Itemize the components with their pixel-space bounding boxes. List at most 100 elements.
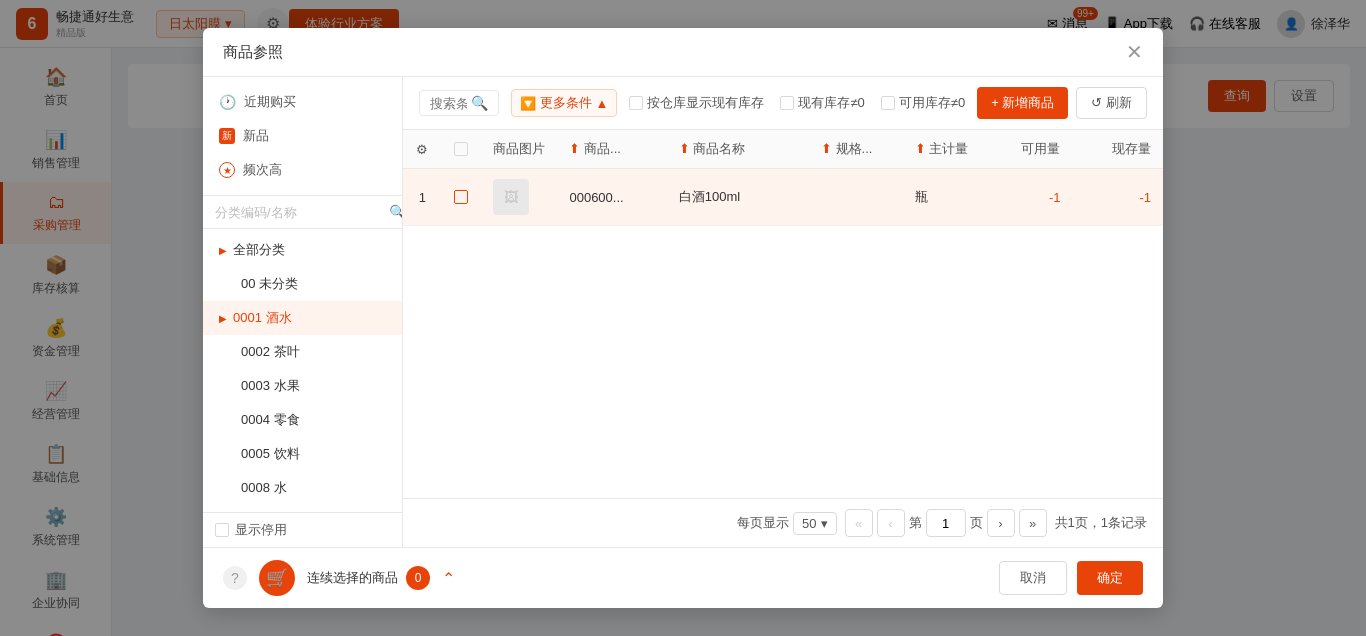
- col-available: 可用量: [982, 130, 1072, 169]
- page-total: 共1页，1条记录: [1055, 514, 1147, 532]
- available-stock-checkbox-box[interactable]: [881, 96, 895, 110]
- row-checkbox-cell[interactable]: [442, 169, 481, 226]
- category-water[interactable]: 0008 水: [203, 471, 402, 505]
- settings-gear-icon[interactable]: ⚙: [416, 142, 428, 157]
- pagination: 每页显示 50 ▾ « ‹ 第 页 › »: [403, 498, 1163, 547]
- clock-icon: 🕐: [219, 94, 236, 110]
- collapse-footer-btn[interactable]: ⌃: [442, 569, 455, 588]
- row-checkbox[interactable]: [454, 190, 468, 204]
- category-search-input[interactable]: [215, 205, 383, 220]
- continuous-select: 连续选择的商品 0: [307, 566, 430, 590]
- quick-link-new[interactable]: 新 新品: [203, 119, 402, 153]
- modal-header: 商品参照 ✕: [203, 28, 1163, 77]
- refresh-button[interactable]: ↺ 刷新: [1076, 87, 1147, 119]
- product-table-container: ⚙ 商品图片 ⬆ 商品...: [403, 130, 1163, 498]
- per-page-select[interactable]: 50 ▾: [793, 512, 836, 535]
- arrow-right-icon: ▶: [219, 245, 227, 256]
- modal-title: 商品参照: [223, 43, 283, 62]
- table-row[interactable]: 1 🖼 000600... 白酒100ml: [403, 169, 1163, 226]
- chevron-up-icon: ▲: [596, 96, 609, 111]
- product-search-input[interactable]: [430, 96, 467, 111]
- product-search-bar: 🔍: [419, 90, 499, 116]
- right-panel: 🔍 🔽 更多条件 ▲ 按仓库显示现有库存: [403, 77, 1163, 547]
- col-stock: 现存量: [1072, 130, 1163, 169]
- category-fruit[interactable]: 0003 水果: [203, 369, 402, 403]
- modal-overlay: 商品参照 ✕ 🕐 近期购买 新 新品 ★ 频次高: [0, 0, 1366, 636]
- sort-icon: ⬆: [569, 141, 580, 156]
- product-reference-modal: 商品参照 ✕ 🕐 近期购买 新 新品 ★ 频次高: [203, 28, 1163, 608]
- next-page-btn[interactable]: ›: [987, 509, 1015, 537]
- category-all[interactable]: ▶ 全部分类: [203, 233, 402, 267]
- sort-icon-unit: ⬆: [915, 141, 926, 156]
- page-number-input[interactable]: [926, 509, 966, 537]
- prev-page-btn[interactable]: ‹: [877, 509, 905, 537]
- filter-checkboxes: 按仓库显示现有库存 现有库存≠0 可用库存≠0: [629, 94, 965, 112]
- row-available: -1: [982, 169, 1072, 226]
- toolbar-right: + 新增商品 ↺ 刷新: [977, 87, 1147, 119]
- add-product-button[interactable]: + 新增商品: [977, 87, 1068, 119]
- quick-links: 🕐 近期购买 新 新品 ★ 频次高: [203, 77, 402, 196]
- category-appliances[interactable]: 0010 家电: [203, 505, 402, 512]
- modal-close-button[interactable]: ✕: [1126, 42, 1143, 62]
- help-button[interactable]: ?: [223, 566, 247, 590]
- category-beverages[interactable]: 0005 饮料: [203, 437, 402, 471]
- sort-icon-name: ⬆: [679, 141, 690, 156]
- row-index: 1: [403, 169, 442, 226]
- checkbox-available-stock[interactable]: 可用库存≠0: [881, 94, 965, 112]
- category-liquor[interactable]: ▶ 0001 酒水: [203, 301, 402, 335]
- more-filter-btn[interactable]: 🔽 更多条件 ▲: [511, 89, 618, 117]
- checkbox-current-stock[interactable]: 现有库存≠0: [780, 94, 864, 112]
- col-check: [442, 130, 481, 169]
- image-placeholder-icon: 🖼: [504, 189, 518, 205]
- product-search-icon[interactable]: 🔍: [471, 95, 488, 111]
- cart-button[interactable]: 🛒: [259, 560, 295, 596]
- table-header-row: ⚙ 商品图片 ⬆ 商品...: [403, 130, 1163, 169]
- filter-icon: 🔽: [520, 96, 536, 111]
- modal-body: 🕐 近期购买 新 新品 ★ 频次高 🔍: [203, 77, 1163, 547]
- first-page-btn[interactable]: «: [845, 509, 873, 537]
- quick-link-recent[interactable]: 🕐 近期购买: [203, 85, 402, 119]
- product-thumbnail: 🖼: [493, 179, 529, 215]
- col-settings: ⚙: [403, 130, 442, 169]
- sort-icon-spec: ⬆: [821, 141, 832, 156]
- confirm-button[interactable]: 确定: [1077, 561, 1143, 595]
- col-unit: ⬆ 主计量: [903, 130, 982, 169]
- page-size-selector: 每页显示 50 ▾: [737, 512, 836, 535]
- show-disabled-checkbox[interactable]: 显示停用: [215, 521, 390, 539]
- col-product-name: ⬆ 商品名称: [667, 130, 809, 169]
- category-snacks[interactable]: 0004 零食: [203, 403, 402, 437]
- col-product-code: ⬆ 商品...: [557, 130, 666, 169]
- product-table: ⚙ 商品图片 ⬆ 商品...: [403, 130, 1163, 226]
- left-panel: 🕐 近期购买 新 新品 ★ 频次高 🔍: [203, 77, 403, 547]
- row-product-code: 000600...: [557, 169, 666, 226]
- category-tea[interactable]: 0002 茶叶: [203, 335, 402, 369]
- select-all-checkbox[interactable]: [454, 142, 468, 156]
- category-list: ▶ 全部分类 00 未分类 ▶ 0001 酒水 0002 茶叶: [203, 229, 402, 512]
- new-icon: 新: [219, 128, 235, 144]
- cancel-button[interactable]: 取消: [999, 561, 1067, 595]
- footer-right: 取消 确定: [999, 561, 1143, 595]
- toolbar: 🔍 🔽 更多条件 ▲ 按仓库显示现有库存: [403, 77, 1163, 130]
- row-product-name: 白酒100ml: [667, 169, 809, 226]
- arrow-active-icon: ▶: [219, 313, 227, 324]
- row-product-spec: [809, 169, 903, 226]
- col-product-spec: ⬆ 规格...: [809, 130, 903, 169]
- row-product-unit: 瓶: [903, 169, 982, 226]
- chevron-down-page-icon: ▾: [821, 516, 828, 531]
- footer-left: ? 🛒 连续选择的商品 0 ⌃: [223, 560, 455, 596]
- left-panel-bottom: 显示停用: [203, 512, 402, 547]
- category-search-box: 🔍: [203, 196, 402, 229]
- row-product-image-cell: 🖼: [481, 169, 557, 226]
- modal-footer: ? 🛒 连续选择的商品 0 ⌃ 取消 确定: [203, 547, 1163, 608]
- category-uncategorized[interactable]: 00 未分类: [203, 267, 402, 301]
- quick-link-frequent[interactable]: ★ 频次高: [203, 153, 402, 187]
- checkbox-warehouse[interactable]: 按仓库显示现有库存: [629, 94, 764, 112]
- warehouse-checkbox-box[interactable]: [629, 96, 643, 110]
- selected-count-badge: 0: [406, 566, 430, 590]
- current-stock-checkbox-box[interactable]: [780, 96, 794, 110]
- category-search-icon[interactable]: 🔍: [389, 204, 403, 220]
- page-navigation: « ‹ 第 页 › »: [845, 509, 1047, 537]
- last-page-btn[interactable]: »: [1019, 509, 1047, 537]
- disabled-checkbox-box[interactable]: [215, 523, 229, 537]
- col-product-image: 商品图片: [481, 130, 557, 169]
